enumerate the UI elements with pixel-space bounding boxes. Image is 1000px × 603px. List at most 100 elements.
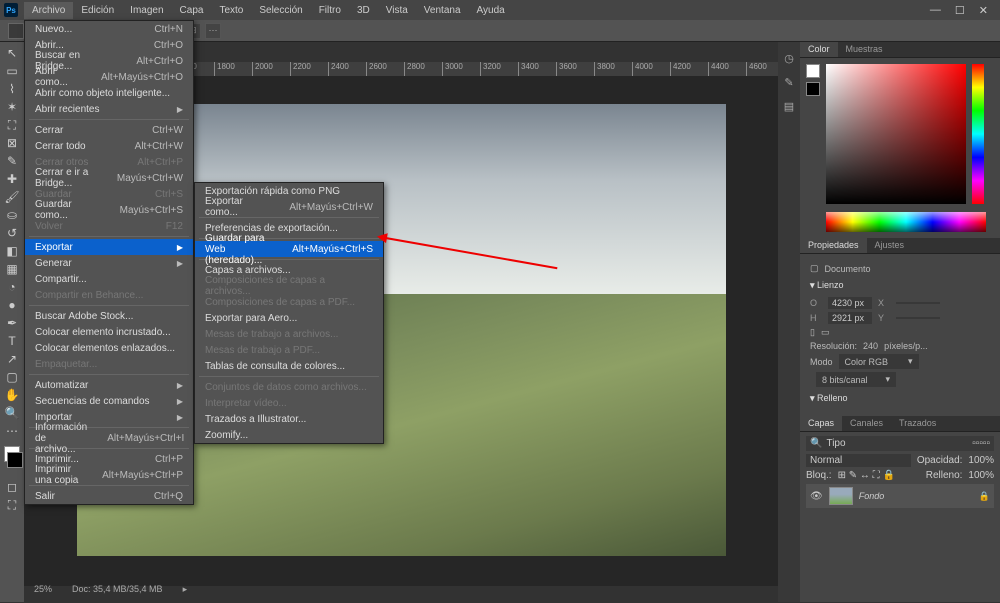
color-picker-field[interactable] [826,64,966,204]
tab-ajustes[interactable]: Ajustes [867,238,913,253]
menu-item[interactable]: Guardar para Web (heredado)...Alt+Mayús+… [195,241,383,257]
tab-canales[interactable]: Canales [842,416,891,431]
brush-tool-icon[interactable]: 🖌 [2,188,22,206]
align-icon[interactable]: ⋯ [205,23,221,39]
active-tool-icon[interactable] [8,23,24,39]
edit-toolbar-icon[interactable]: ⋯ [2,422,22,440]
dodge-tool-icon[interactable]: ● [2,296,22,314]
menu-item[interactable]: Zoomify... [195,427,383,443]
filter-type[interactable]: Tipo [826,438,845,449]
hue-slider[interactable] [972,64,984,204]
actions-panel-icon[interactable]: ▤ [781,98,797,114]
menu-seleccion[interactable]: Selección [251,2,310,19]
wand-tool-icon[interactable]: ✶ [2,98,22,116]
menu-archivo[interactable]: Archivo [24,2,73,19]
menu-ayuda[interactable]: Ayuda [469,2,513,19]
menu-item[interactable]: Guardar como...Mayús+Ctrl+S [25,202,193,218]
menu-item[interactable]: Colocar elementos enlazados... [25,340,193,356]
menu-item[interactable]: Información de archivo...Alt+Mayús+Ctrl+… [25,430,193,446]
filter-icons[interactable]: ▫▫▫▫▫ [972,438,990,449]
menu-item[interactable]: Colocar elemento incrustado... [25,324,193,340]
modo-select[interactable]: Color RGB▾ [839,354,919,369]
tab-propiedades[interactable]: Propiedades [800,238,867,253]
menu-item[interactable]: Cerrar todoAlt+Ctrl+W [25,138,193,154]
eyedropper-tool-icon[interactable]: ✎ [2,152,22,170]
menu-item[interactable]: CerrarCtrl+W [25,122,193,138]
tab-muestras[interactable]: Muestras [838,42,891,57]
chevron-right-icon[interactable]: ▸ [183,584,188,595]
gradient-tool-icon[interactable]: ▦ [2,260,22,278]
frame-tool-icon[interactable]: ⊠ [2,134,22,152]
tab-capas[interactable]: Capas [800,416,842,431]
tab-color[interactable]: Color [800,42,838,57]
spectrum-bar[interactable] [826,212,986,232]
menu-vista[interactable]: Vista [378,2,416,19]
quickmask-icon[interactable]: ◻ [2,478,22,496]
menu-item[interactable]: Imprimir una copiaAlt+Mayús+Ctrl+P [25,467,193,483]
menu-capa[interactable]: Capa [172,2,212,19]
screenmode-icon[interactable]: ⛶ [2,496,22,514]
tab-trazados[interactable]: Trazados [891,416,944,431]
menu-item[interactable]: Tablas de consulta de colores... [195,358,383,374]
menu-item[interactable]: Exportar para Aero... [195,310,383,326]
lock-icon[interactable]: 🔒 [979,491,990,502]
menu-filtro[interactable]: Filtro [311,2,349,19]
menu-item[interactable]: SalirCtrl+Q [25,488,193,504]
bg-swatch[interactable] [806,82,820,96]
shape-tool-icon[interactable]: ▢ [2,368,22,386]
hand-tool-icon[interactable]: ✋ [2,386,22,404]
background-swatch[interactable] [7,452,23,468]
height-value[interactable]: 2921 px [828,312,872,324]
fill-value[interactable]: 100% [968,470,994,481]
menu-item[interactable]: Buscar Adobe Stock... [25,308,193,324]
visibility-icon[interactable]: 👁 [810,491,823,502]
layer-row[interactable]: 👁 Fondo 🔒 [806,484,994,508]
menu-item[interactable]: Exportar▶ [25,239,193,255]
orient-portrait-icon[interactable]: ▯ [810,327,815,338]
menu-3d[interactable]: 3D [349,2,378,19]
blend-mode-select[interactable]: Normal [806,454,911,467]
y-value[interactable] [896,317,940,319]
res-value[interactable]: 240 [863,341,878,351]
menu-item[interactable]: Cerrar e ir a Bridge...Mayús+Ctrl+W [25,170,193,186]
eraser-tool-icon[interactable]: ◧ [2,242,22,260]
history-panel-icon[interactable]: ◷ [781,50,797,66]
menu-item[interactable]: Abrir recientes▶ [25,101,193,117]
history-brush-icon[interactable]: ↺ [2,224,22,242]
menu-item[interactable]: Abrir como...Alt+Mayús+Ctrl+O [25,69,193,85]
zoom-level[interactable]: 25% [34,584,52,594]
depth-select[interactable]: 8 bits/canal▾ [816,372,896,387]
opacity-value[interactable]: 100% [968,455,994,466]
res-unit[interactable]: píxeles/p... [884,341,928,351]
menu-item[interactable]: Secuencias de comandos▶ [25,393,193,409]
menu-imagen[interactable]: Imagen [122,2,171,19]
fg-swatch[interactable] [806,64,820,78]
menu-item[interactable]: Compartir... [25,271,193,287]
menu-texto[interactable]: Texto [211,2,251,19]
lock-icons[interactable]: ⊞ ✎ ↔ ⛶ 🔒 [838,470,895,481]
brush-panel-icon[interactable]: ✎ [781,74,797,90]
menu-item[interactable]: Trazados a Illustrator... [195,411,383,427]
move-tool-icon[interactable]: ↖ [2,44,22,62]
blur-tool-icon[interactable]: ◔ [2,278,22,296]
layer-name[interactable]: Fondo [859,491,885,501]
maximize-icon[interactable]: ☐ [955,4,965,17]
marquee-tool-icon[interactable]: ▭ [2,62,22,80]
path-tool-icon[interactable]: ↗ [2,350,22,368]
width-value[interactable]: 4230 px [828,297,872,309]
menu-item[interactable]: Abrir como objeto inteligente... [25,85,193,101]
pen-tool-icon[interactable]: ✒ [2,314,22,332]
menu-item[interactable]: Nuevo...Ctrl+N [25,21,193,37]
menu-item[interactable]: Automatizar▶ [25,377,193,393]
type-tool-icon[interactable]: T [2,332,22,350]
menu-ventana[interactable]: Ventana [416,2,469,19]
heal-tool-icon[interactable]: ✚ [2,170,22,188]
crop-tool-icon[interactable]: ⛶ [2,116,22,134]
stamp-tool-icon[interactable]: ⛀ [2,206,22,224]
lasso-tool-icon[interactable]: ⌇ [2,80,22,98]
x-value[interactable] [896,302,940,304]
menu-item[interactable]: Exportar como...Alt+Mayús+Ctrl+W [195,199,383,215]
orient-landscape-icon[interactable]: ▭ [821,327,830,338]
menu-edicion[interactable]: Edición [73,2,122,19]
close-icon[interactable]: ✕ [979,4,988,17]
